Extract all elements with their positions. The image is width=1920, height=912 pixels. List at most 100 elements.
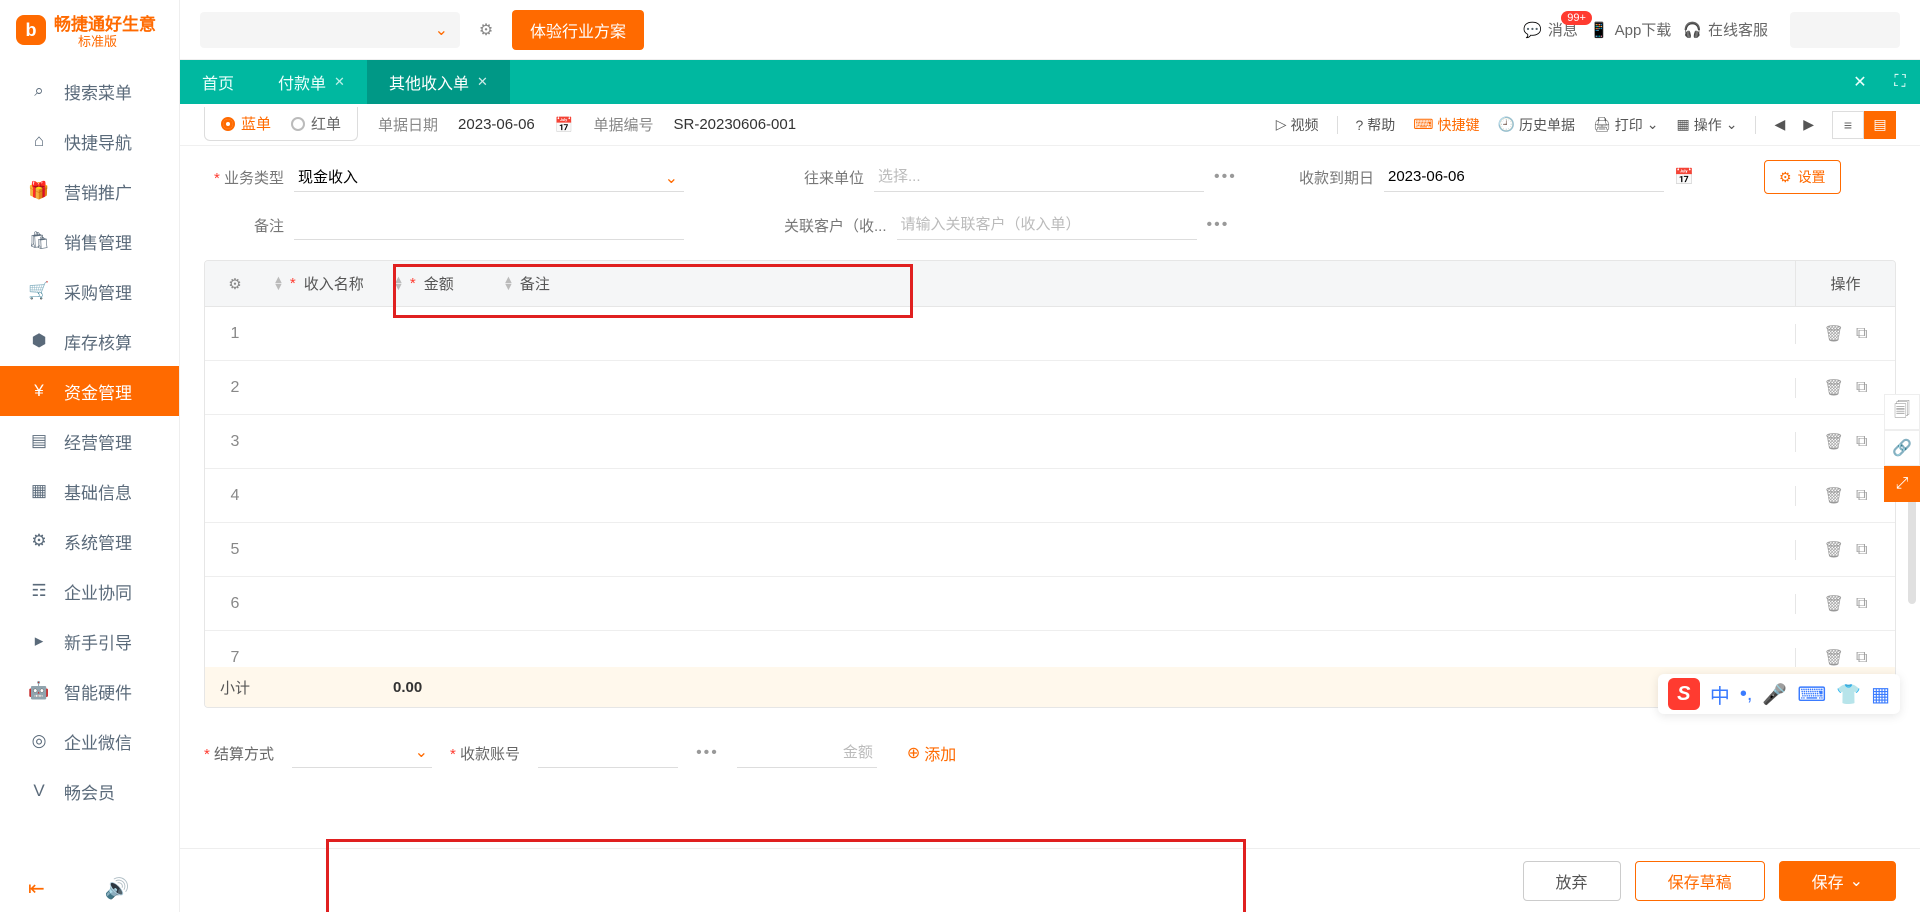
settle-amount-input[interactable] [737, 738, 877, 768]
ime-lang-label[interactable]: 中 [1710, 680, 1730, 709]
user-menu[interactable] [1790, 12, 1900, 48]
fullscreen-icon[interactable]: ⛶ [1880, 60, 1920, 104]
tab-other-income[interactable]: 其他收入单✕ [367, 60, 510, 104]
sidebar-item-coop[interactable]: ☶企业协同 [0, 566, 179, 616]
copy-row-icon[interactable]: ⧉ [1856, 649, 1867, 667]
biz-type-select[interactable]: ⌄ [294, 162, 684, 192]
copy-row-icon[interactable]: ⧉ [1856, 379, 1867, 397]
print-link[interactable]: 🖨打印⌄ [1593, 115, 1659, 135]
sidebar-item-inventory[interactable]: ⬢库存核算 [0, 316, 179, 366]
sidebar-item-finance[interactable]: ¥资金管理 [0, 366, 179, 416]
table-row[interactable]: 7🗑⧉ [205, 631, 1895, 667]
sidebar-item-purchase[interactable]: 🛒采购管理 [0, 266, 179, 316]
float-expand-icon[interactable]: ⤢ [1884, 466, 1920, 502]
support-link[interactable]: 🎧 在线客服 [1683, 19, 1768, 40]
sidebar-item-guide[interactable]: ▸新手引导 [0, 616, 179, 666]
col-income-name[interactable]: ▲▼*收入名称 [265, 261, 385, 306]
copy-row-icon[interactable]: ⧉ [1856, 325, 1867, 343]
close-icon[interactable]: ✕ [334, 74, 345, 90]
calendar-icon[interactable]: 📅 [555, 116, 574, 134]
settle-method-input[interactable] [292, 738, 432, 768]
sidebar-item-search[interactable]: ⌕搜索菜单 [0, 66, 179, 116]
view-list-button[interactable]: ≡ [1832, 111, 1864, 139]
delete-row-icon[interactable]: 🗑 [1824, 540, 1844, 560]
row-index: 5 [205, 541, 265, 559]
calendar-icon[interactable]: 📅 [1674, 167, 1694, 187]
video-link[interactable]: ▷视频 [1276, 115, 1319, 135]
sidebar-item-system[interactable]: ⚙系统管理 [0, 516, 179, 566]
sidebar-item-baseinfo[interactable]: ▦基础信息 [0, 466, 179, 516]
close-icon[interactable]: ✕ [477, 74, 488, 90]
col-amount[interactable]: ▲▼*金额 [385, 261, 495, 306]
table-row[interactable]: 2🗑⧉ [205, 361, 1895, 415]
shortcut-link[interactable]: ⌨快捷键 [1413, 115, 1479, 135]
view-form-button[interactable]: ▤ [1864, 111, 1896, 139]
sidebar-item-marketing[interactable]: 🎁营销推广 [0, 166, 179, 216]
settings-icon[interactable]: ⚙ [472, 16, 500, 44]
col-remark[interactable]: ▲▼备注 [495, 261, 1795, 306]
tab-home[interactable]: 首页 [180, 60, 256, 104]
ops-link[interactable]: ▦操作⌄ [1676, 115, 1737, 135]
add-settlement-button[interactable]: ⊕添加 [907, 741, 956, 765]
sound-icon[interactable]: 🔊 [105, 876, 130, 901]
remark-input[interactable] [294, 210, 684, 240]
float-link-icon[interactable]: 🔗 [1884, 430, 1920, 466]
close-all-icon[interactable]: ✕ [1840, 60, 1880, 104]
ime-mic-icon[interactable]: 🎤 [1762, 682, 1787, 707]
copy-row-icon[interactable]: ⧉ [1856, 487, 1867, 505]
sidebar-item-sales[interactable]: 🛍销售管理 [0, 216, 179, 266]
due-date-input[interactable] [1384, 162, 1664, 192]
page-settings-button[interactable]: ⚙设置 [1764, 160, 1841, 194]
ime-skin-icon[interactable]: 👕 [1836, 682, 1861, 707]
gear-icon[interactable]: ⚙ [228, 275, 241, 293]
ime-punct-icon[interactable]: •, [1740, 683, 1753, 706]
discard-button[interactable]: 放弃 [1523, 861, 1621, 901]
party-input[interactable] [874, 162, 1204, 192]
table-row[interactable]: 5 🗑 ⧉ [205, 523, 1895, 577]
customer-input[interactable] [897, 210, 1197, 240]
help-link[interactable]: ?帮助 [1356, 115, 1396, 135]
ime-toolbar[interactable]: S 中 •, 🎤 ⌨ 👕 ▦ [1658, 674, 1900, 714]
table-row[interactable]: 4🗑⧉ [205, 469, 1895, 523]
sidebar-item-member[interactable]: V畅会员 [0, 766, 179, 816]
delete-row-icon[interactable]: 🗑 [1824, 432, 1844, 452]
more-icon[interactable]: ••• [696, 744, 719, 762]
delete-row-icon[interactable]: 🗑 [1824, 378, 1844, 398]
tab-payment[interactable]: 付款单✕ [256, 60, 367, 104]
more-icon[interactable]: ••• [1214, 168, 1237, 186]
float-doc-icon[interactable]: 🗐 [1884, 394, 1920, 430]
next-button[interactable]: ▶ [1803, 116, 1814, 133]
copy-row-icon[interactable]: ⧉ [1856, 433, 1867, 451]
bill-date-value[interactable]: 2023-06-06 [458, 116, 535, 133]
table-row[interactable]: 6🗑⧉ [205, 577, 1895, 631]
delete-row-icon[interactable]: 🗑 [1824, 324, 1844, 344]
prev-button[interactable]: ◀ [1774, 116, 1785, 133]
account-input[interactable] [538, 738, 678, 768]
sidebar-item-quicknav[interactable]: ⌂快捷导航 [0, 116, 179, 166]
table-row[interactable]: 1🗑⧉ [205, 307, 1895, 361]
messages-link[interactable]: 💬 消息 99+ [1523, 19, 1578, 40]
ime-tool-icon[interactable]: ▦ [1871, 682, 1890, 707]
table-row[interactable]: 3🗑⧉ [205, 415, 1895, 469]
app-download-link[interactable]: 📱 App下载 [1590, 19, 1671, 40]
radio-red[interactable]: 红单 [291, 113, 341, 134]
radio-blue[interactable]: 蓝单 [221, 113, 271, 134]
org-selector[interactable]: ⌄ [200, 12, 460, 48]
more-icon[interactable]: ••• [1207, 216, 1230, 234]
save-button[interactable]: 保存⌄ [1779, 861, 1896, 901]
sidebar-item-operation[interactable]: ▤经营管理 [0, 416, 179, 466]
collapse-icon[interactable]: ⇤ [28, 876, 45, 901]
sidebar-item-wechat[interactable]: ◎企业微信 [0, 716, 179, 766]
try-industry-button[interactable]: 体验行业方案 [512, 10, 644, 50]
sidebar-item-hardware[interactable]: 🤖智能硬件 [0, 666, 179, 716]
ime-keyboard-icon[interactable]: ⌨ [1797, 682, 1826, 707]
copy-row-icon[interactable]: ⧉ [1856, 595, 1867, 613]
save-draft-button[interactable]: 保存草稿 [1635, 861, 1765, 901]
delete-row-icon[interactable]: 🗑 [1824, 486, 1844, 506]
biz-type-input[interactable] [294, 162, 684, 192]
delete-row-icon[interactable]: 🗑 [1824, 594, 1844, 614]
delete-row-icon[interactable]: 🗑 [1824, 648, 1844, 668]
history-link[interactable]: 🕘历史单据 [1498, 115, 1575, 135]
bill-no-value: SR-20230606-001 [673, 116, 796, 133]
copy-row-icon[interactable]: ⧉ [1856, 541, 1867, 559]
